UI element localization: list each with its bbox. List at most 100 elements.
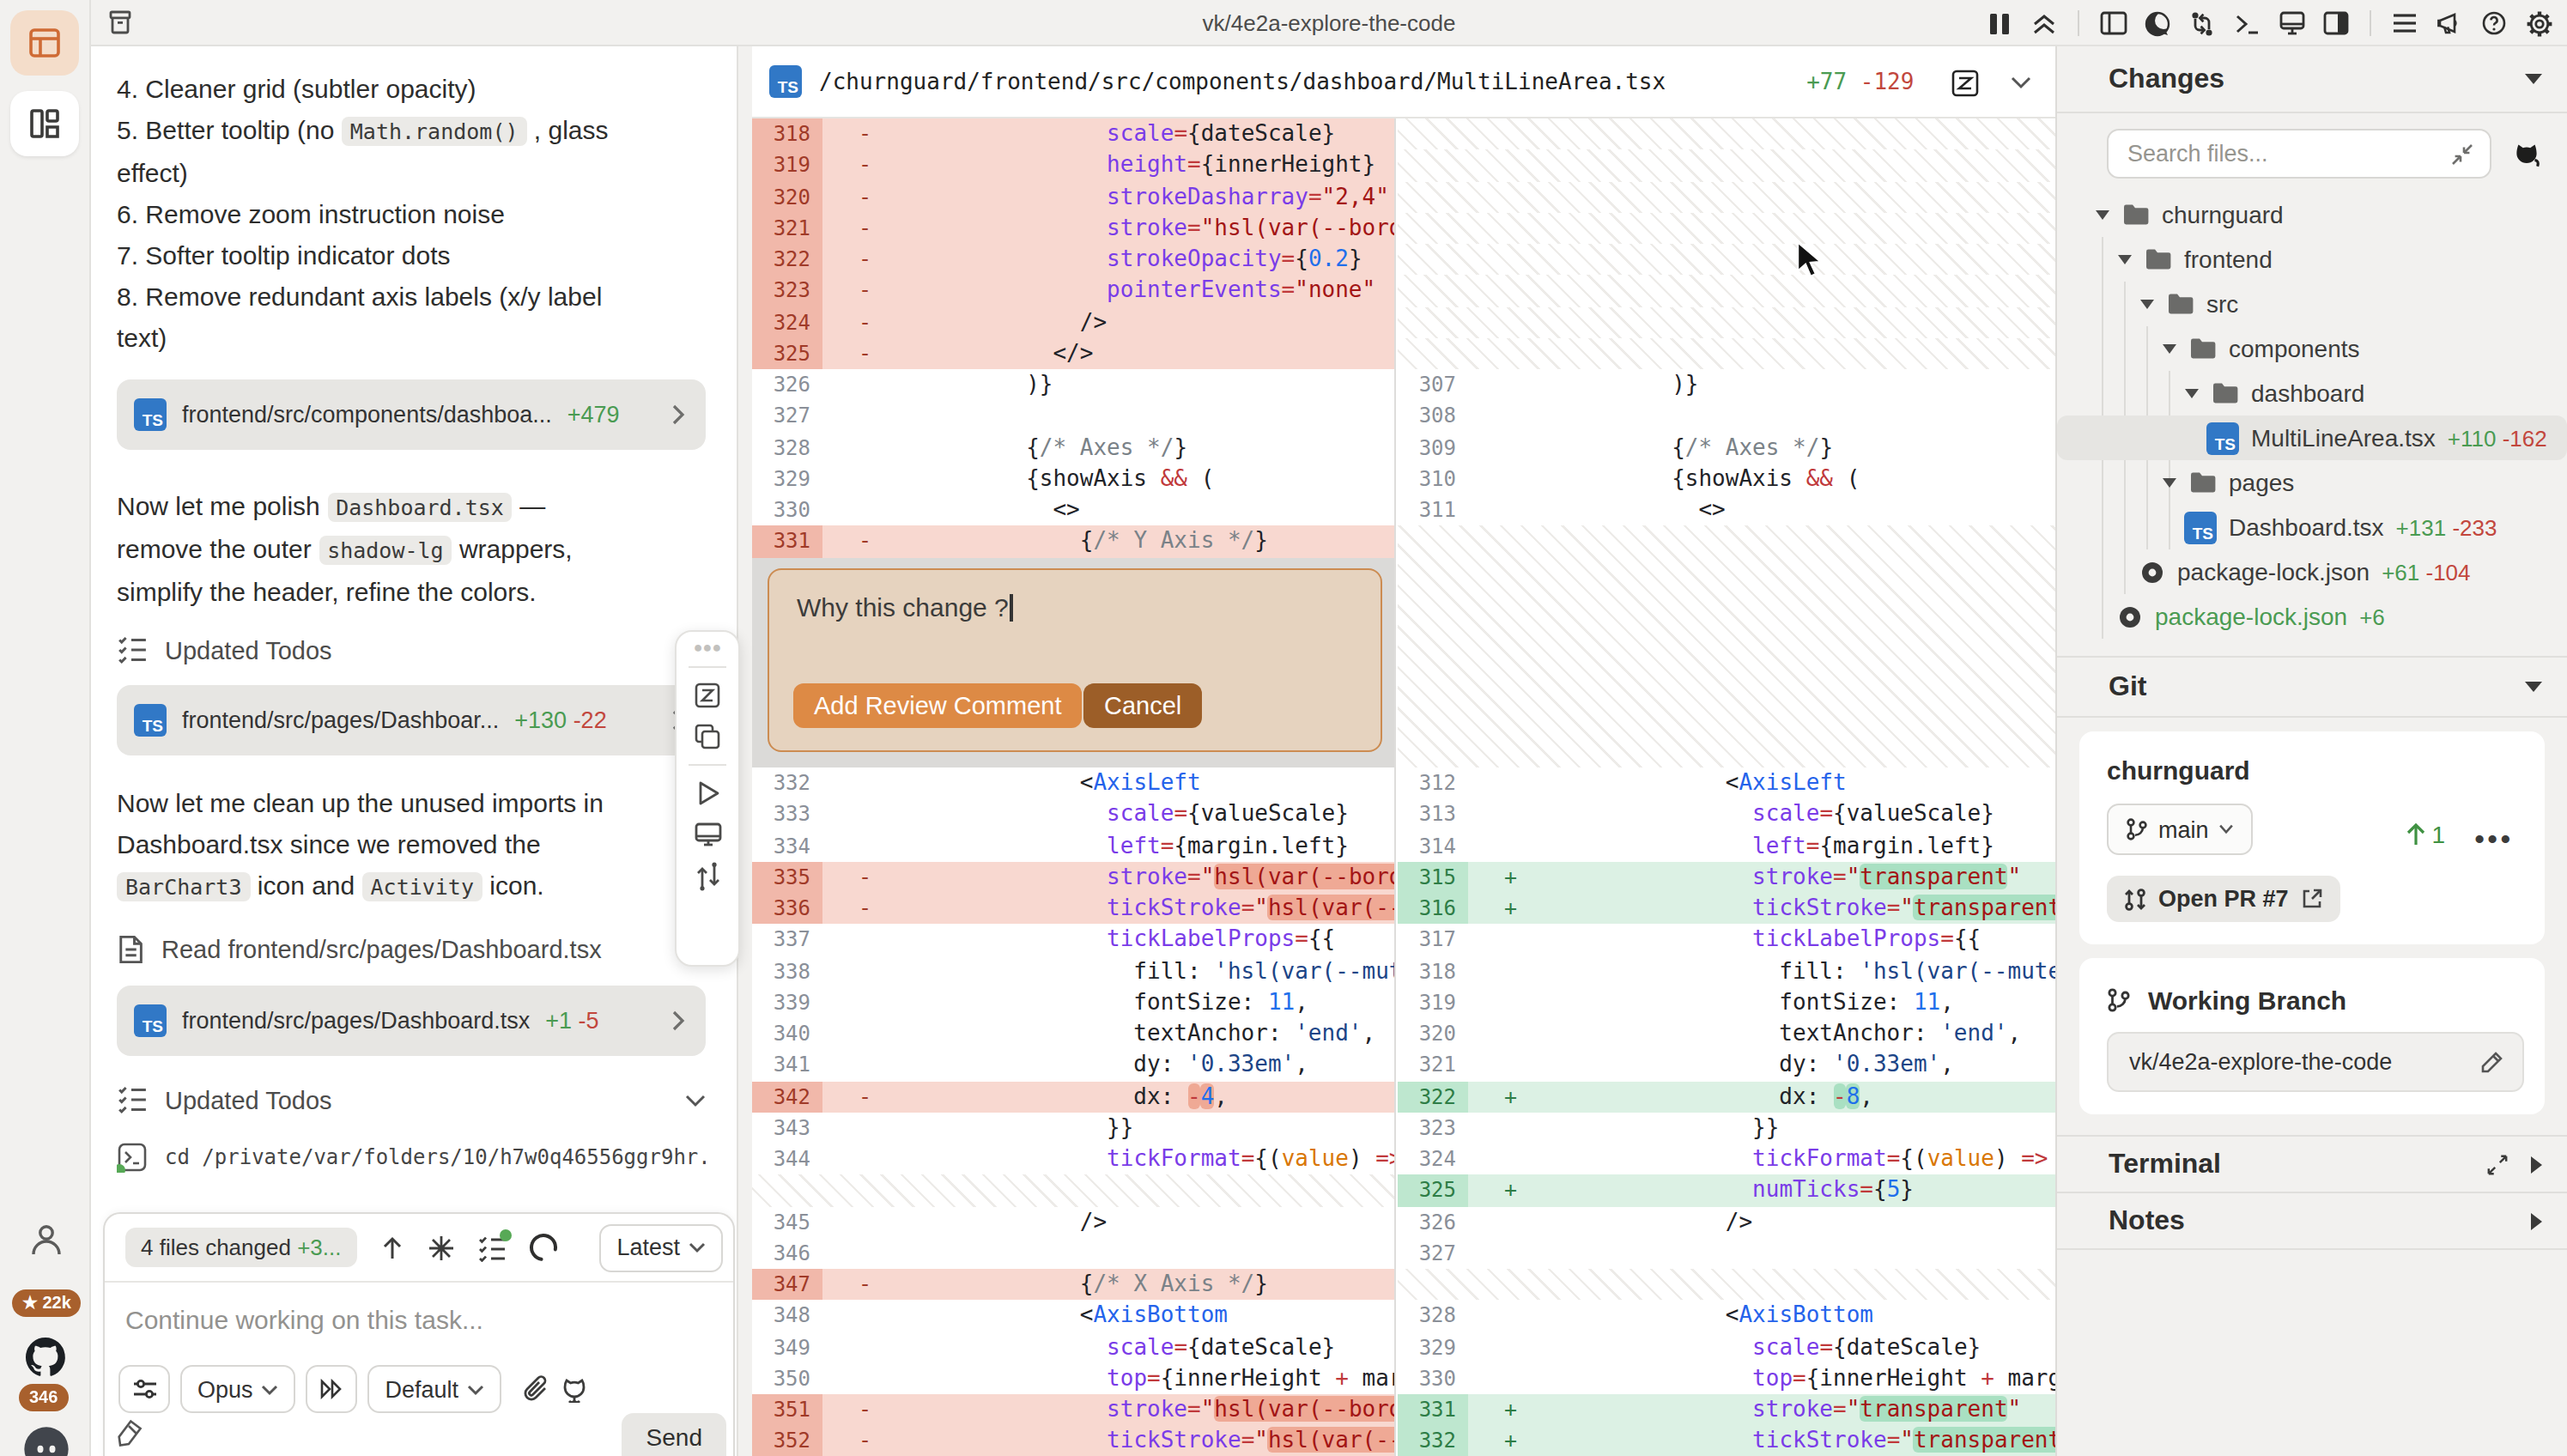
mode-dropdown[interactable]: Default [368, 1365, 502, 1413]
diff-line[interactable]: 321 - stroke="hsl(var(--border))" [752, 213, 1394, 245]
diff-line[interactable]: 324 tickFormat={(value) => fo [1398, 1144, 2055, 1175]
cancel-button[interactable]: Cancel [1083, 683, 1202, 728]
attachment-icon[interactable] [522, 1374, 549, 1404]
spark-icon[interactable] [428, 1234, 455, 1261]
panel-left-icon[interactable] [2098, 9, 2127, 38]
read-file-row[interactable]: Read frontend/src/pages/Dashboard.tsx [117, 934, 706, 965]
collapse-file-icon[interactable] [2011, 76, 2031, 89]
diff-line[interactable]: 347 - {/* X Axis */} [752, 1269, 1394, 1301]
diff-line[interactable]: 351 - stroke="hsl(var(--border))" [752, 1394, 1394, 1426]
git-section-header[interactable]: Git [2057, 658, 2567, 716]
message-input[interactable]: Continue working on this task... [105, 1283, 733, 1334]
diff-line[interactable]: 320 - strokeDasharray="2,4" [752, 181, 1394, 213]
tree-item-Dashboard.tsx[interactable]: TS Dashboard.tsx+131 -233 [2057, 505, 2567, 549]
changes-section-header[interactable]: Changes [2057, 46, 2567, 112]
model-dropdown[interactable]: Opus [180, 1365, 296, 1413]
diff-line[interactable]: 317 tickLabelProps={{ [1398, 925, 2055, 956]
diff-line[interactable]: 308 [1398, 401, 2055, 433]
diff-line[interactable]: 338 fill: 'hsl(var(--muted-foreground))'… [752, 956, 1394, 987]
compare-icon[interactable] [695, 862, 720, 891]
more-menu-icon[interactable]: ••• [2474, 824, 2514, 855]
diff-line[interactable]: 322 - strokeOpacity={0.2} [752, 244, 1394, 276]
diff-line[interactable]: 319 fontSize: 11, [1398, 987, 2055, 1019]
diff-line[interactable]: 336 - tickStroke="hsl(var(--border))" [752, 893, 1394, 925]
diff-line[interactable]: 331 - {/* Y Axis */} [752, 526, 1394, 558]
tree-item-frontend[interactable]: frontend [2057, 237, 2567, 282]
send-button[interactable]: Send [622, 1413, 726, 1456]
play-icon[interactable] [695, 780, 720, 807]
branch-dropdown[interactable]: main [2107, 804, 2254, 855]
diff-line[interactable]: 345 /> [752, 1206, 1394, 1238]
settings-gear-icon[interactable] [2524, 9, 2553, 38]
diff-line[interactable]: 318 fill: 'hsl(var(--muted-foreground))'… [1398, 956, 2055, 987]
diff-line[interactable]: 328 <AxisBottom [1398, 1301, 2055, 1332]
version-dropdown[interactable]: Latest [599, 1223, 723, 1271]
diff-line[interactable]: 329 {showAxis && ( [752, 464, 1394, 495]
composer-settings-button[interactable] [118, 1365, 170, 1413]
diff-line[interactable]: 311 <> [1398, 494, 2055, 526]
diff-line[interactable]: 349 scale={dateScale} [752, 1332, 1394, 1363]
diff-line[interactable]: 316 + tickStroke="transparent" [1398, 893, 2055, 925]
diff-line[interactable]: 334 left={margin.left} [752, 830, 1394, 862]
diff-line[interactable]: 318 - scale={dateScale} [752, 118, 1394, 150]
terminal-section-header[interactable]: Terminal [2057, 1137, 2567, 1192]
diff-line[interactable]: 307 )} [1398, 369, 2055, 401]
working-branch-input[interactable]: vk/4e2a-explore-the-code [2107, 1032, 2524, 1092]
diff-line[interactable]: 327 [752, 401, 1394, 433]
scroll-up-icon[interactable] [379, 1234, 405, 1261]
tree-item-churnguard[interactable]: churnguard [2057, 192, 2567, 237]
tree-item-dashboard[interactable]: dashboard [2057, 371, 2567, 416]
diff-line[interactable]: 310 {showAxis && ( [1398, 464, 2055, 495]
diff-line[interactable]: 321 dy: '0.33em', [1398, 1050, 2055, 1082]
diff-line[interactable]: 341 dy: '0.33em', [752, 1050, 1394, 1082]
diff-line[interactable]: 324 - /> [752, 306, 1394, 338]
monitor-icon[interactable] [2277, 9, 2306, 38]
github-icon[interactable] [0, 1334, 91, 1380]
tree-item-MultiLineArea.tsx[interactable]: TS MultiLineArea.tsx+110 -162 [2057, 416, 2567, 460]
file-chip[interactable]: TS frontend/src/pages/Dashboar... +130 -… [117, 685, 706, 755]
diff-line[interactable]: 343 }} [752, 1113, 1394, 1144]
edit-branch-icon[interactable] [2479, 1049, 2505, 1075]
inline-review-icon[interactable] [1951, 69, 1980, 98]
tree-item-package-lock.json[interactable]: package-lock.json+6 [2057, 594, 2567, 639]
cat-icon[interactable] [560, 1375, 589, 1403]
diff-line[interactable]: 325 + numTicks={5} [1398, 1175, 2055, 1207]
account-icon[interactable] [0, 1219, 91, 1260]
diff-line[interactable]: 325 - </> [752, 338, 1394, 370]
terminal-command-row[interactable]: cd /private/var/folders/10/h7w0q46556ggr… [117, 1142, 706, 1173]
tree-item-package-lock.json[interactable]: package-lock.json+61 -104 [2057, 549, 2567, 594]
diff-line[interactable]: 313 scale={valueScale} [1398, 799, 2055, 831]
panel-right-filled-icon[interactable] [2321, 9, 2351, 38]
drag-handle[interactable]: ●●● [694, 642, 722, 652]
search-input[interactable]: Search files... [2107, 129, 2491, 179]
notes-section-header[interactable]: Notes [2057, 1193, 2567, 1248]
review-comment-box[interactable]: Why this change ? Add Review Comment Can… [768, 567, 1382, 752]
diff-line[interactable]: 322 + dx: -8, [1398, 1081, 2055, 1113]
collapse-all-icon[interactable] [2030, 9, 2059, 38]
diff-line[interactable]: 333 scale={valueScale} [752, 799, 1394, 831]
comment-text[interactable]: Why this change ? [797, 592, 1013, 621]
diff-line[interactable]: 337 tickLabelProps={{ [752, 925, 1394, 956]
git-compare-icon[interactable] [2188, 9, 2217, 38]
rail-board-button[interactable] [10, 91, 79, 156]
diff-line[interactable]: 320 textAnchor: 'end', [1398, 1018, 2055, 1050]
diff-line[interactable]: 328 {/* Axes */} [752, 432, 1394, 464]
copy-icon[interactable] [694, 723, 721, 750]
diff-line[interactable]: 329 scale={dateScale} [1398, 1332, 2055, 1363]
diff-line[interactable]: 350 top={innerHeight + margin.top} [752, 1363, 1394, 1395]
diff-line[interactable]: 326 )} [752, 369, 1394, 401]
diff-line[interactable]: 315 + stroke="transparent" [1398, 862, 2055, 894]
help-icon[interactable] [2479, 9, 2509, 38]
diff-line[interactable]: 312 <AxisLeft [1398, 767, 2055, 799]
chat-bubble-icon[interactable] [2143, 9, 2172, 38]
diff-line[interactable]: 346 [752, 1238, 1394, 1270]
file-chip[interactable]: TS frontend/src/components/dashboa... +4… [117, 379, 706, 450]
collapse-tree-icon[interactable] [2450, 142, 2474, 166]
diff-line[interactable]: 319 - height={innerHeight} [752, 150, 1394, 182]
megaphone-icon[interactable] [2435, 9, 2464, 38]
cat-icon[interactable] [2510, 138, 2543, 169]
diff-line[interactable]: 314 left={margin.left} [1398, 830, 2055, 862]
open-pr-button[interactable]: Open PR #7 [2107, 876, 2340, 922]
tree-item-src[interactable]: src [2057, 282, 2567, 326]
diff-line[interactable]: 342 - dx: -4, [752, 1081, 1394, 1113]
